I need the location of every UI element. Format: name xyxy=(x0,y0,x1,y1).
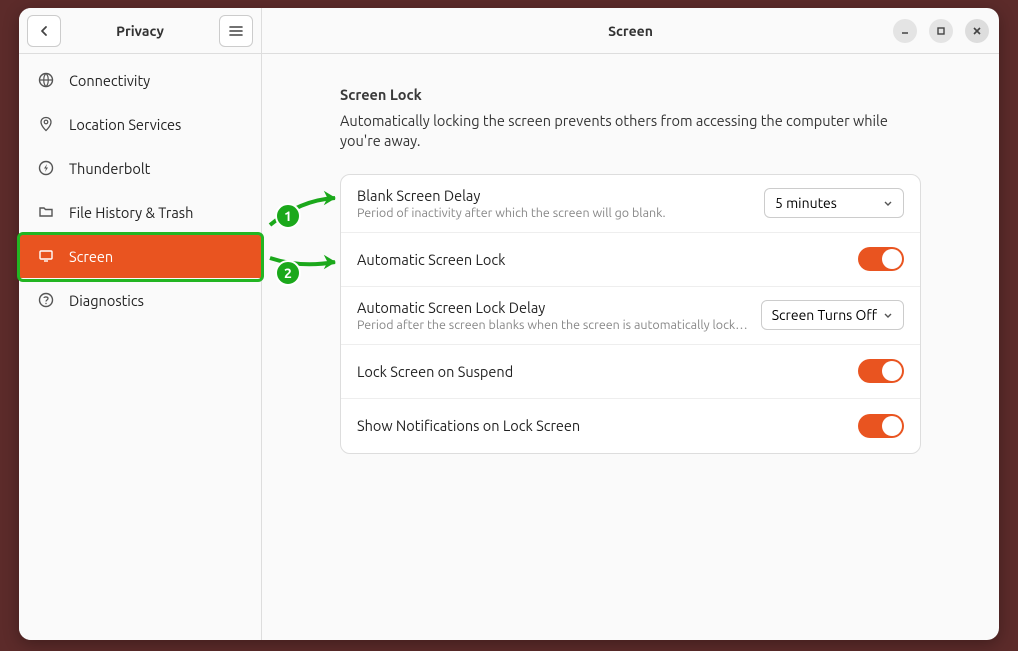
row-blank-screen-delay: Blank Screen Delay Period of inactivity … xyxy=(341,175,920,233)
sidebar-title: Privacy xyxy=(61,23,219,39)
sidebar-item-thunderbolt[interactable]: Thunderbolt xyxy=(19,146,261,190)
minimize-icon xyxy=(900,26,910,36)
row-text: Automatic Screen Lock Delay Period after… xyxy=(357,299,761,332)
row-lock-suspend: Lock Screen on Suspend xyxy=(341,345,920,399)
sidebar-item-label: Screen xyxy=(69,248,113,265)
row-sub: Period after the screen blanks when the … xyxy=(357,318,761,332)
sidebar-item-diagnostics[interactable]: Diagnostics xyxy=(19,278,261,322)
row-label: Automatic Screen Lock Delay xyxy=(357,299,761,316)
chevron-left-icon xyxy=(38,25,50,37)
main-panel: Screen Screen Lock Automatically locking… xyxy=(262,8,999,640)
auto-lock-toggle[interactable] xyxy=(858,247,904,271)
row-text: Show Notifications on Lock Screen xyxy=(357,417,858,434)
row-text: Automatic Screen Lock xyxy=(357,251,858,268)
maximize-icon xyxy=(936,26,946,36)
monitor-icon xyxy=(37,248,55,264)
row-sub: Period of inactivity after which the scr… xyxy=(357,206,764,220)
sidebar-item-location[interactable]: Location Services xyxy=(19,102,261,146)
blank-delay-dropdown[interactable]: 5 minutes xyxy=(764,188,904,218)
location-icon xyxy=(37,116,55,132)
row-auto-lock: Automatic Screen Lock xyxy=(341,233,920,287)
chevron-down-icon xyxy=(883,310,893,320)
thunderbolt-icon xyxy=(37,160,55,176)
sidebar-item-connectivity[interactable]: Connectivity xyxy=(19,58,261,102)
settings-window: Privacy Connectivity Location Services T… xyxy=(19,8,999,640)
hamburger-icon xyxy=(229,25,243,37)
section-description: Automatically locking the screen prevent… xyxy=(340,111,921,152)
chevron-down-icon xyxy=(883,198,893,208)
show-notifications-toggle[interactable] xyxy=(858,414,904,438)
lock-suspend-toggle[interactable] xyxy=(858,359,904,383)
settings-list: Blank Screen Delay Period of inactivity … xyxy=(340,174,921,454)
hamburger-button[interactable] xyxy=(219,15,253,47)
row-text: Blank Screen Delay Period of inactivity … xyxy=(357,187,764,220)
row-label: Show Notifications on Lock Screen xyxy=(357,417,858,434)
window-controls xyxy=(893,19,989,43)
minimize-button[interactable] xyxy=(893,19,917,43)
row-label: Blank Screen Delay xyxy=(357,187,764,204)
sidebar-item-label: File History & Trash xyxy=(69,204,193,221)
globe-icon xyxy=(37,72,55,88)
sidebar-item-file-history[interactable]: File History & Trash xyxy=(19,190,261,234)
sidebar-item-screen[interactable]: Screen xyxy=(19,234,261,278)
back-button[interactable] xyxy=(27,15,61,47)
sidebar-item-label: Location Services xyxy=(69,116,181,133)
sidebar-header: Privacy xyxy=(19,8,261,54)
page-title: Screen xyxy=(608,23,653,39)
sidebar-list: Connectivity Location Services Thunderbo… xyxy=(19,54,261,322)
dropdown-value: Screen Turns Off xyxy=(772,307,877,323)
row-label: Automatic Screen Lock xyxy=(357,251,858,268)
close-icon xyxy=(972,26,982,36)
row-text: Lock Screen on Suspend xyxy=(357,363,858,380)
section-title: Screen Lock xyxy=(340,86,921,103)
folder-icon xyxy=(37,204,55,220)
sidebar: Privacy Connectivity Location Services T… xyxy=(19,8,262,640)
sidebar-item-label: Thunderbolt xyxy=(69,160,150,177)
content: Screen Lock Automatically locking the sc… xyxy=(262,54,999,474)
auto-lock-delay-dropdown[interactable]: Screen Turns Off xyxy=(761,300,904,330)
row-label: Lock Screen on Suspend xyxy=(357,363,858,380)
sidebar-item-label: Diagnostics xyxy=(69,292,144,309)
main-header: Screen xyxy=(262,8,999,54)
row-show-notifications: Show Notifications on Lock Screen xyxy=(341,399,920,453)
dropdown-value: 5 minutes xyxy=(775,195,837,211)
close-button[interactable] xyxy=(965,19,989,43)
row-auto-lock-delay: Automatic Screen Lock Delay Period after… xyxy=(341,287,920,345)
help-icon xyxy=(37,292,55,308)
maximize-button[interactable] xyxy=(929,19,953,43)
sidebar-item-label: Connectivity xyxy=(69,72,150,89)
